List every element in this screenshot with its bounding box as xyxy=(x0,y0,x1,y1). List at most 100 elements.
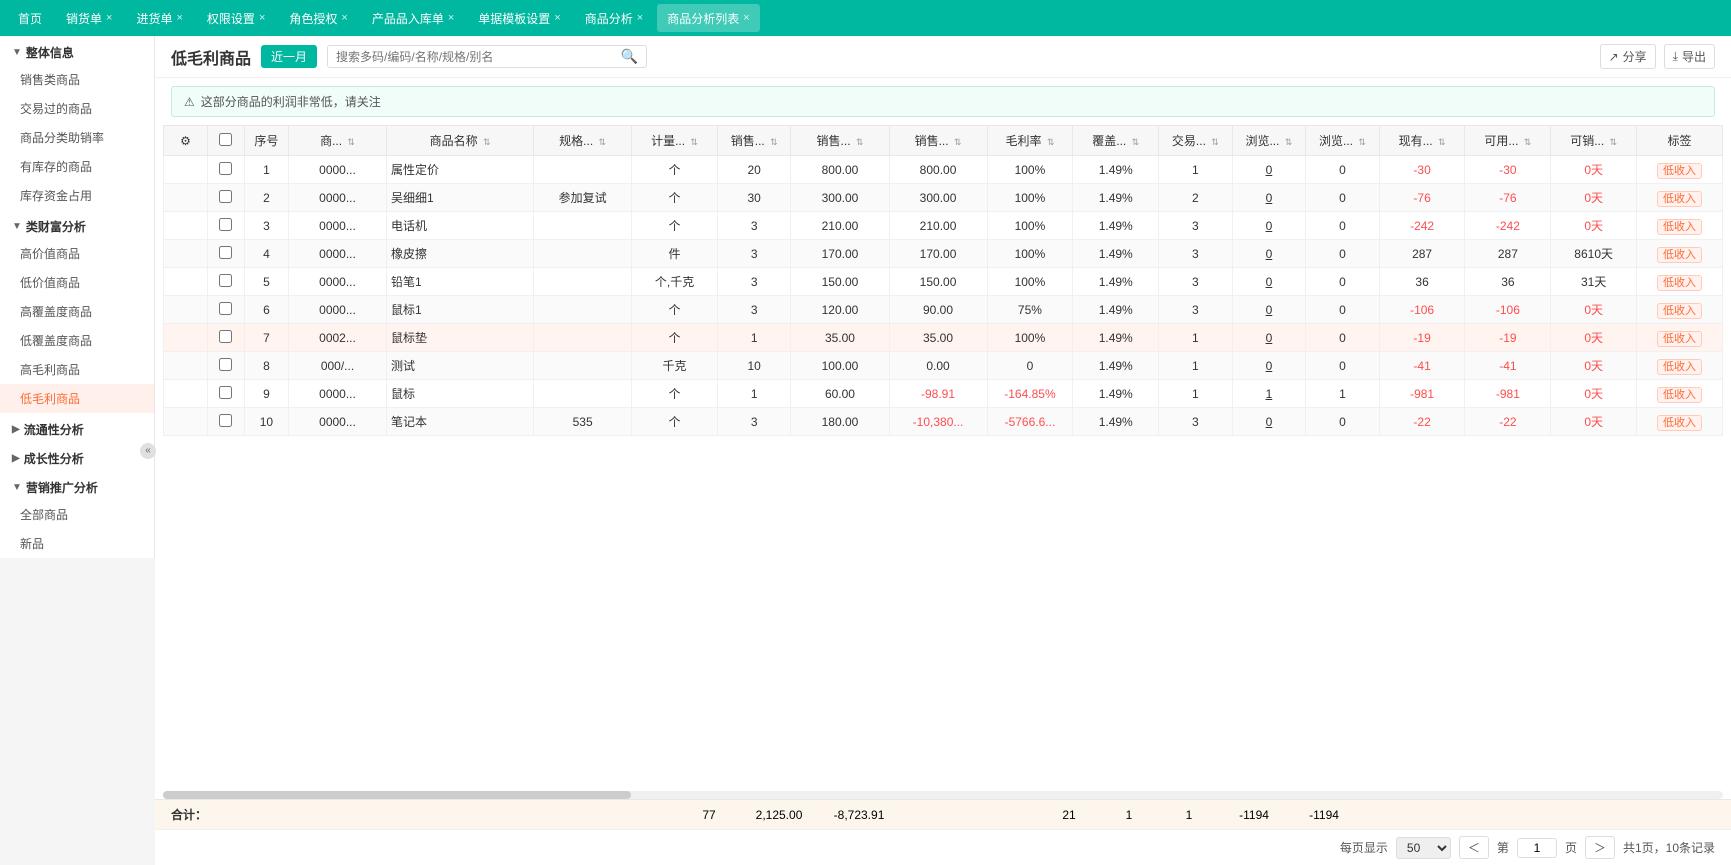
row-checkbox[interactable] xyxy=(219,162,232,175)
sidebar-group-overall-title[interactable]: ▼ 整体信息 xyxy=(0,36,154,65)
search-icon[interactable]: 🔍 xyxy=(621,48,638,65)
row-view1[interactable]: 0 xyxy=(1232,352,1306,380)
row-checkbox[interactable] xyxy=(219,302,232,315)
row-checkbox[interactable] xyxy=(219,274,232,287)
sidebar-item-all-goods[interactable]: 全部商品 xyxy=(0,500,154,529)
nav-home[interactable]: 首页 xyxy=(8,4,52,32)
row-checkbox-cell[interactable] xyxy=(208,240,245,268)
sidebar-item-category-rate[interactable]: 商品分类助销率 xyxy=(0,123,154,152)
col-settings[interactable]: ⚙ xyxy=(164,126,208,156)
export-button[interactable]: ⤓ 导出 xyxy=(1664,44,1715,69)
sidebar-item-high-margin[interactable]: 高毛利商品 xyxy=(0,355,154,384)
col-sales-qty-header[interactable]: 销售... ⇅ xyxy=(717,126,791,156)
nav-role-close[interactable]: × xyxy=(341,12,347,24)
prev-page-button[interactable]: ＜ xyxy=(1459,836,1489,859)
sidebar-group-growth-title[interactable]: ▶ 成长性分析 xyxy=(0,442,154,471)
row-checkbox-cell[interactable] xyxy=(208,156,245,184)
sidebar-group-marketing-title[interactable]: ▼ 营销推广分析 xyxy=(0,471,154,500)
nav-product[interactable]: 产品品入库单 × xyxy=(362,4,464,32)
sidebar-item-instock-goods[interactable]: 有库存的商品 xyxy=(0,152,154,181)
col-trade-header[interactable]: 交易... ⇅ xyxy=(1159,126,1233,156)
row-checkbox[interactable] xyxy=(219,414,232,427)
sidebar-item-high-value[interactable]: 高价值商品 xyxy=(0,239,154,268)
sidebar-collapse-button[interactable]: « xyxy=(140,443,156,459)
col-avail-header[interactable]: 可用... ⇅ xyxy=(1465,126,1551,156)
row-checkbox[interactable] xyxy=(219,190,232,203)
col-spec-header[interactable]: 规格... ⇅ xyxy=(534,126,632,156)
row-checkbox[interactable] xyxy=(219,218,232,231)
col-name-header[interactable]: 商品名称 ⇅ xyxy=(387,126,534,156)
col-code-header[interactable]: 商... ⇅ xyxy=(288,126,386,156)
sidebar-group-liquidity: ▶ 流通性分析 xyxy=(0,413,154,442)
export-icon: ⤓ xyxy=(1673,49,1678,64)
nav-template-close[interactable]: × xyxy=(554,12,560,24)
row-checkbox-cell[interactable] xyxy=(208,324,245,352)
row-checkbox[interactable] xyxy=(219,246,232,259)
col-sales-price-header[interactable]: 销售... ⇅ xyxy=(791,126,889,156)
row-checkbox-cell[interactable] xyxy=(208,184,245,212)
nav-sales-close[interactable]: × xyxy=(106,12,112,24)
col-stock-header[interactable]: 现有... ⇅ xyxy=(1379,126,1465,156)
col-gross-header[interactable]: 毛利率 ⇅ xyxy=(987,126,1073,156)
sidebar-item-stock-capital[interactable]: 库存资金占用 xyxy=(0,181,154,210)
row-view1[interactable]: 0 xyxy=(1232,324,1306,352)
nav-analysis-close[interactable]: × xyxy=(637,12,643,24)
sidebar-group-wealth-title[interactable]: ▼ 类财富分析 xyxy=(0,210,154,239)
table-wrapper[interactable]: ⚙ 序号 商... ⇅ 商品名称 ⇅ 规格... ⇅ 计量... ⇅ 销售...… xyxy=(155,125,1731,791)
row-checkbox-cell[interactable] xyxy=(208,296,245,324)
row-checkbox[interactable] xyxy=(219,386,232,399)
col-salable-header[interactable]: 可销... ⇅ xyxy=(1551,126,1637,156)
row-sales-amount: 90.00 xyxy=(889,296,987,324)
sidebar-item-low-value[interactable]: 低价值商品 xyxy=(0,268,154,297)
nav-analysis-list[interactable]: 商品分析列表 × xyxy=(657,4,759,32)
row-view1[interactable]: 1 xyxy=(1232,380,1306,408)
row-view1[interactable]: 0 xyxy=(1232,212,1306,240)
sidebar-item-low-margin[interactable]: 低毛利商品 xyxy=(0,384,154,413)
col-cover-header[interactable]: 覆盖... ⇅ xyxy=(1073,126,1159,156)
row-view1[interactable]: 0 xyxy=(1232,296,1306,324)
col-view1-header[interactable]: 浏览... ⇅ xyxy=(1232,126,1306,156)
row-checkbox[interactable] xyxy=(219,330,232,343)
search-input[interactable] xyxy=(336,50,621,64)
horizontal-scrollbar[interactable] xyxy=(163,791,1723,799)
sidebar-group-liquidity-title[interactable]: ▶ 流通性分析 xyxy=(0,413,154,442)
select-all-checkbox[interactable] xyxy=(219,133,232,146)
nav-analysis-list-close[interactable]: × xyxy=(743,12,749,24)
nav-purchase[interactable]: 进货单 × xyxy=(126,4,192,32)
row-view1[interactable]: 0 xyxy=(1232,184,1306,212)
nav-product-close[interactable]: × xyxy=(448,12,454,24)
col-check[interactable] xyxy=(208,126,245,156)
filter-button[interactable]: 近一月 xyxy=(261,45,317,68)
sidebar-item-new-goods[interactable]: 新品 xyxy=(0,529,154,558)
row-checkbox-cell[interactable] xyxy=(208,268,245,296)
next-page-button[interactable]: ＞ xyxy=(1585,836,1615,859)
page-size-select[interactable]: 50 100 200 xyxy=(1396,837,1451,859)
nav-sales[interactable]: 销货单 × xyxy=(56,4,122,32)
col-sales-amount-header[interactable]: 销售... ⇅ xyxy=(889,126,987,156)
nav-analysis[interactable]: 商品分析 × xyxy=(575,4,653,32)
row-checkbox-cell[interactable] xyxy=(208,380,245,408)
row-unit: 个 xyxy=(632,296,718,324)
col-view2-header[interactable]: 浏览... ⇅ xyxy=(1306,126,1380,156)
row-view1[interactable]: 0 xyxy=(1232,268,1306,296)
row-checkbox[interactable] xyxy=(219,358,232,371)
row-view1[interactable]: 0 xyxy=(1232,156,1306,184)
page-input[interactable] xyxy=(1517,838,1557,858)
sidebar-item-traded-goods[interactable]: 交易过的商品 xyxy=(0,94,154,123)
row-checkbox-cell[interactable] xyxy=(208,408,245,436)
nav-role[interactable]: 角色授权 × xyxy=(279,4,357,32)
scroll-thumb[interactable] xyxy=(163,791,631,799)
row-view1[interactable]: 0 xyxy=(1232,408,1306,436)
row-checkbox-cell[interactable] xyxy=(208,352,245,380)
nav-permission[interactable]: 权限设置 × xyxy=(197,4,275,32)
nav-template[interactable]: 单据模板设置 × xyxy=(468,4,570,32)
row-checkbox-cell[interactable] xyxy=(208,212,245,240)
col-unit-header[interactable]: 计量... ⇅ xyxy=(632,126,718,156)
nav-permission-close[interactable]: × xyxy=(259,12,265,24)
row-view1[interactable]: 0 xyxy=(1232,240,1306,268)
nav-purchase-close[interactable]: × xyxy=(176,12,182,24)
sidebar-item-sales-goods[interactable]: 销售类商品 xyxy=(0,65,154,94)
sidebar-item-low-coverage[interactable]: 低覆盖度商品 xyxy=(0,326,154,355)
share-button[interactable]: ↗ 分享 xyxy=(1600,44,1656,69)
sidebar-item-high-coverage[interactable]: 高覆盖度商品 xyxy=(0,297,154,326)
